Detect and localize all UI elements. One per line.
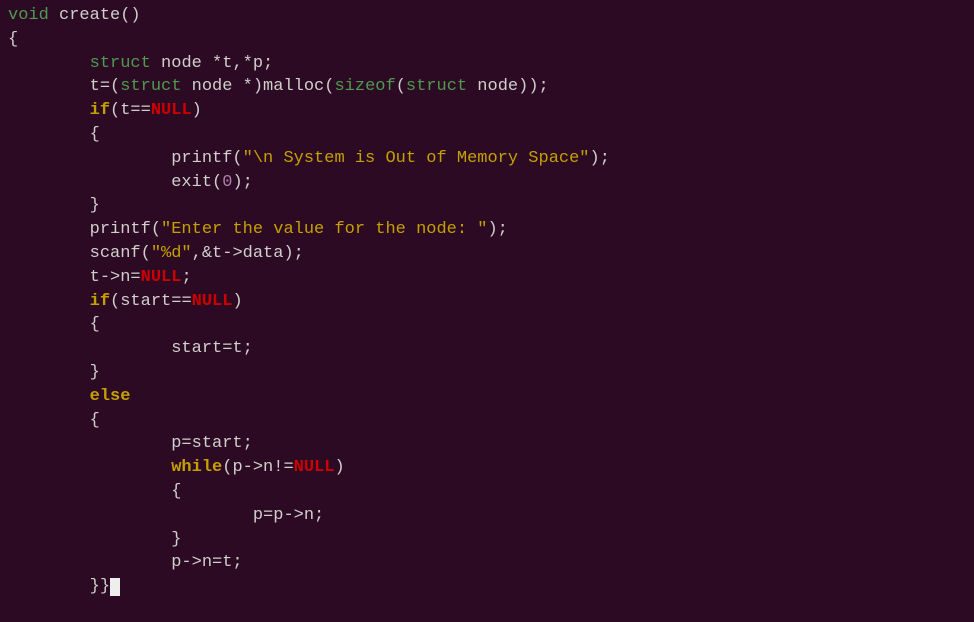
keyword-void: void bbox=[8, 6, 49, 25]
code-text: node)); bbox=[467, 77, 549, 96]
keyword-struct: struct bbox=[90, 54, 151, 73]
paren: ( bbox=[396, 77, 406, 96]
brace: } bbox=[8, 530, 181, 549]
code-text: printf( bbox=[8, 149, 243, 168]
cursor bbox=[110, 578, 120, 596]
code-text: node *t,*p; bbox=[151, 54, 273, 73]
code-text: ) bbox=[232, 292, 242, 311]
number-literal: 0 bbox=[222, 173, 232, 192]
keyword-if: if bbox=[90, 292, 110, 311]
code-text: t->n= bbox=[8, 268, 141, 287]
code-text: ); bbox=[590, 149, 610, 168]
code-text: scanf( bbox=[8, 244, 151, 263]
string-literal: "Enter the value for the node: " bbox=[161, 220, 487, 239]
brace: { bbox=[8, 125, 100, 144]
brace: { bbox=[8, 482, 181, 501]
code-text: ,&t->data); bbox=[192, 244, 304, 263]
null-constant: NULL bbox=[151, 101, 192, 120]
brace: } bbox=[8, 363, 100, 382]
code-text: ; bbox=[181, 268, 191, 287]
keyword-while: while bbox=[171, 458, 222, 477]
code-text: t=( bbox=[8, 77, 120, 96]
keyword-struct: struct bbox=[406, 77, 467, 96]
keyword-if: if bbox=[90, 101, 110, 120]
code-text: ) bbox=[192, 101, 202, 120]
string-literal: "%d" bbox=[151, 244, 192, 263]
null-constant: NULL bbox=[141, 268, 182, 287]
code-text: ); bbox=[487, 220, 507, 239]
code-text: printf( bbox=[8, 220, 161, 239]
keyword-sizeof: sizeof bbox=[334, 77, 395, 96]
code-text: (start== bbox=[110, 292, 192, 311]
brace: }} bbox=[8, 577, 110, 596]
brace: { bbox=[8, 30, 18, 49]
code-text: p=start; bbox=[8, 434, 253, 453]
code-text: start=t; bbox=[8, 339, 253, 358]
code-text: (p->n!= bbox=[222, 458, 293, 477]
code-text: node *)malloc( bbox=[181, 77, 334, 96]
null-constant: NULL bbox=[294, 458, 335, 477]
code-text: (t== bbox=[110, 101, 151, 120]
brace: { bbox=[8, 315, 100, 334]
function-name: create bbox=[59, 6, 120, 25]
code-editor[interactable]: void create() { struct node *t,*p; t=(st… bbox=[8, 4, 966, 599]
code-text: ) bbox=[334, 458, 344, 477]
brace: } bbox=[8, 196, 100, 215]
brace: { bbox=[8, 411, 100, 430]
keyword-else: else bbox=[90, 387, 131, 406]
keyword-struct: struct bbox=[120, 77, 181, 96]
code-text: exit( bbox=[8, 173, 222, 192]
code-text: ); bbox=[232, 173, 252, 192]
null-constant: NULL bbox=[192, 292, 233, 311]
string-literal: "\n System is Out of Memory Space" bbox=[243, 149, 590, 168]
parens: () bbox=[120, 6, 140, 25]
code-text: p=p->n; bbox=[8, 506, 324, 525]
code-text: p->n=t; bbox=[8, 553, 243, 572]
